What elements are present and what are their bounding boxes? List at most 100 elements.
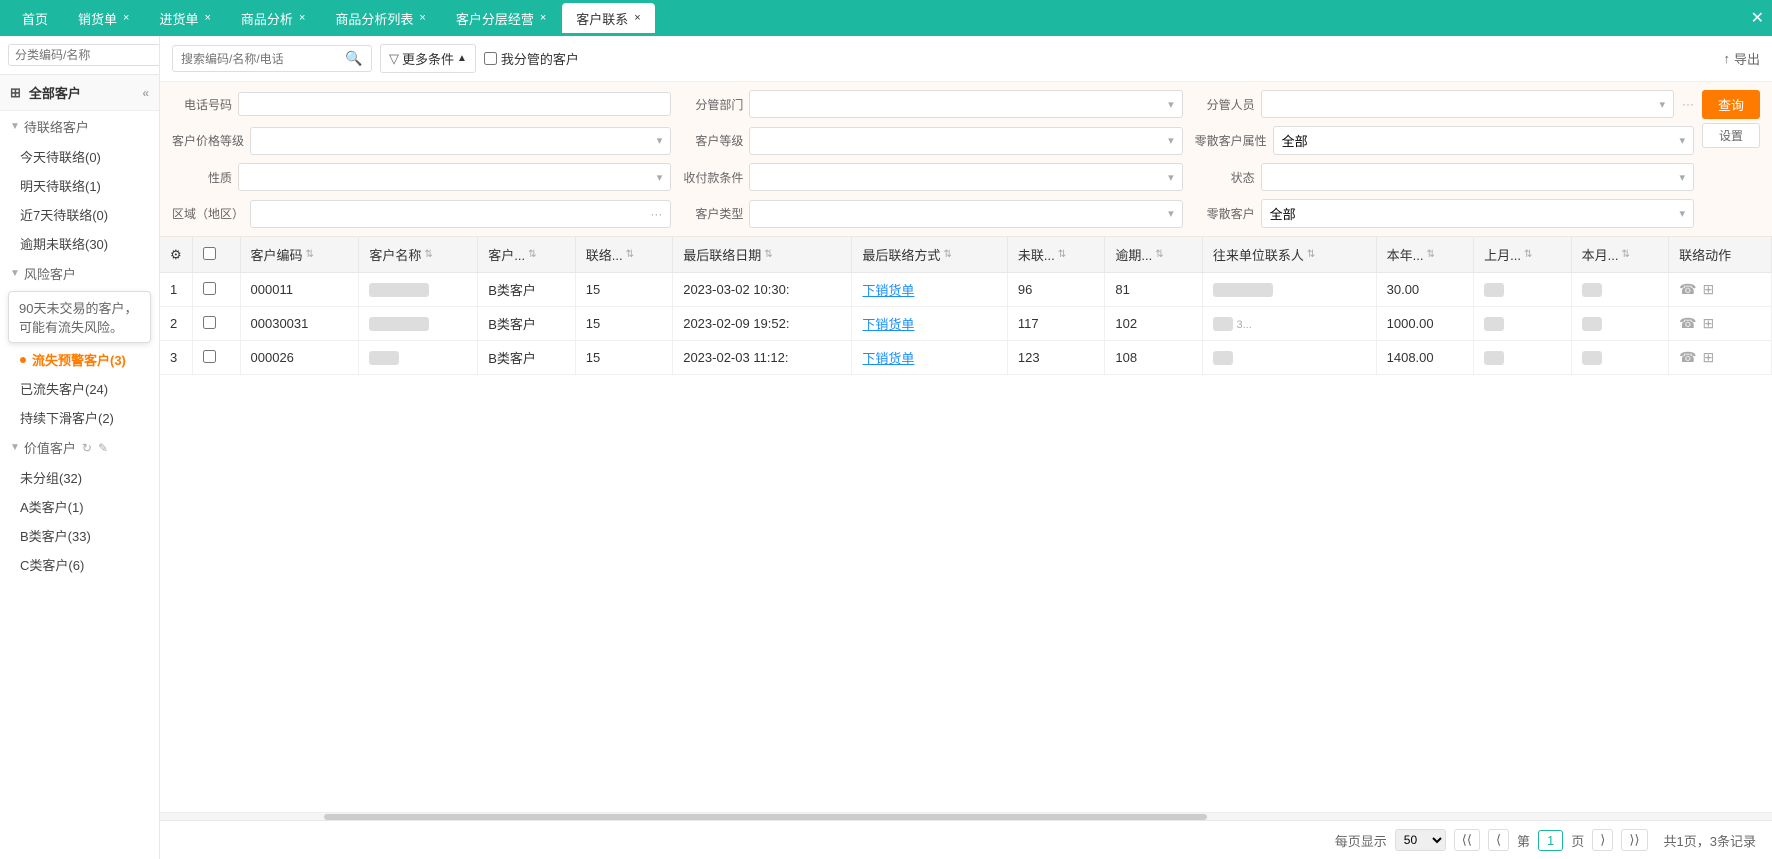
sidebar-item-ungrouped[interactable]: 未分组(32) bbox=[0, 463, 159, 492]
close-all-icon[interactable]: ✕ bbox=[1751, 8, 1764, 28]
table-row: 1 000011 B类客户 15 2023-03-02 10:30: 下销货单 … bbox=[160, 273, 1772, 307]
tab-sales[interactable]: 销货单 × bbox=[64, 3, 143, 33]
tab-customer-contact[interactable]: 客户联系 × bbox=[562, 3, 654, 33]
col-this-year[interactable]: 本年... ⇅ bbox=[1376, 237, 1473, 273]
scroll-thumb[interactable] bbox=[324, 814, 1206, 820]
my-customer-checkbox-label[interactable]: 我分管的客户 bbox=[484, 49, 579, 68]
page-num-label: 第 bbox=[1517, 831, 1530, 850]
row2-last-method[interactable]: 下销货单 bbox=[852, 307, 1007, 341]
page-size-select[interactable]: 50 100 200 bbox=[1395, 829, 1446, 851]
filter-select-status[interactable]: ▾ bbox=[1261, 163, 1694, 191]
settings-button[interactable]: 设置 bbox=[1702, 123, 1760, 148]
filter-field-price-grade: 客户价格等级 ▾ bbox=[172, 127, 671, 155]
close-customer-contact-tab[interactable]: × bbox=[634, 12, 640, 24]
my-customer-checkbox[interactable] bbox=[484, 52, 497, 65]
edit-icon[interactable]: ✎ bbox=[98, 441, 108, 455]
tab-home[interactable]: 首页 bbox=[8, 3, 62, 33]
sidebar-item-a-class[interactable]: A类客户(1) bbox=[0, 492, 159, 521]
arrow-icon-nature: ▾ bbox=[657, 171, 663, 184]
row1-checkbox-cell bbox=[192, 273, 240, 307]
customer-table: ⚙ 客户编码 ⇅ 客户名称 bbox=[160, 237, 1772, 375]
filter-select-payment[interactable]: ▾ bbox=[749, 163, 1182, 191]
sidebar-item-tomorrow[interactable]: 明天待联络(1) bbox=[0, 171, 159, 200]
row3-last-month bbox=[1474, 341, 1571, 375]
close-analysis-list-tab[interactable]: × bbox=[419, 12, 425, 24]
select-all-checkbox[interactable] bbox=[203, 247, 216, 260]
filter-more-region[interactable]: ··· bbox=[650, 207, 662, 221]
scroll-track[interactable] bbox=[160, 812, 1772, 820]
close-purchase-tab[interactable]: × bbox=[204, 12, 210, 24]
filter-input-phone[interactable] bbox=[238, 92, 671, 116]
tab-analysis[interactable]: 商品分析 × bbox=[227, 3, 319, 33]
close-sales-tab[interactable]: × bbox=[123, 12, 129, 24]
row2-more-action-icon[interactable]: ⊞ bbox=[1703, 315, 1715, 332]
row3-contact-action-icon[interactable]: ☎ bbox=[1679, 349, 1696, 366]
search-input[interactable] bbox=[181, 52, 341, 66]
sidebar-item-c-class[interactable]: C类客户(6) bbox=[0, 550, 159, 579]
row3-checkbox[interactable] bbox=[203, 350, 216, 363]
close-analysis-tab[interactable]: × bbox=[299, 12, 305, 24]
first-page-btn[interactable]: ⟨⟨ bbox=[1454, 829, 1480, 851]
arrow-icon-retail: ▾ bbox=[1679, 207, 1685, 220]
filter-select-retail-attr[interactable]: 全部 ▾ bbox=[1273, 126, 1694, 155]
row1-contact-action-icon[interactable]: ☎ bbox=[1679, 281, 1696, 298]
row2-checkbox-cell bbox=[192, 307, 240, 341]
row1-checkbox[interactable] bbox=[203, 282, 216, 295]
filter-label-status: 状态 bbox=[1195, 169, 1255, 186]
filter-select-price-grade[interactable]: ▾ bbox=[250, 127, 671, 155]
row1-last-date: 2023-03-02 10:30: bbox=[673, 273, 852, 307]
tab-customer-segment[interactable]: 客户分层经营 × bbox=[442, 3, 560, 33]
search-icon[interactable]: 🔍 bbox=[345, 50, 362, 67]
filter-select-retail[interactable]: 全部 ▾ bbox=[1261, 199, 1694, 228]
collapse-sidebar-btn[interactable]: « bbox=[142, 86, 149, 100]
prev-page-btn[interactable]: ⟨ bbox=[1488, 829, 1509, 851]
sidebar-search-input[interactable] bbox=[8, 44, 160, 66]
content-area: 🔍 ▽ 更多条件 ▲ 我分管的客户 ↑ 导出 bbox=[160, 36, 1772, 859]
row1-more-action-icon[interactable]: ⊞ bbox=[1703, 281, 1715, 298]
sidebar-item-churned[interactable]: 已流失客户(24) bbox=[0, 374, 159, 403]
row2-contact-action-icon[interactable]: ☎ bbox=[1679, 315, 1696, 332]
sidebar-item-overdue[interactable]: 逾期未联络(30) bbox=[0, 229, 159, 258]
col-last-month[interactable]: 上月... ⇅ bbox=[1474, 237, 1571, 273]
sidebar-group-risk[interactable]: ▼ 风险客户 bbox=[0, 258, 159, 289]
row1-last-method[interactable]: 下销货单 bbox=[852, 273, 1007, 307]
sidebar-item-churn-warning[interactable]: 流失预警客户(3) bbox=[0, 345, 159, 374]
filter-btn[interactable]: ▽ 更多条件 ▲ bbox=[380, 44, 476, 73]
col-code[interactable]: 客户编码 ⇅ bbox=[240, 237, 359, 273]
col-uncontacted[interactable]: 未联... ⇅ bbox=[1007, 237, 1104, 273]
sidebar-item-declining[interactable]: 持续下滑客户(2) bbox=[0, 403, 159, 432]
col-type[interactable]: 客户... ⇅ bbox=[478, 237, 575, 273]
filter-select-region[interactable]: ··· bbox=[250, 200, 671, 228]
row2-checkbox[interactable] bbox=[203, 316, 216, 329]
col-name[interactable]: 客户名称 ⇅ bbox=[359, 237, 478, 273]
sidebar-group-pending[interactable]: ▼ 待联络客户 bbox=[0, 111, 159, 142]
sidebar-item-7days[interactable]: 近7天待联络(0) bbox=[0, 200, 159, 229]
tab-purchase[interactable]: 进货单 × bbox=[145, 3, 224, 33]
filter-more-manager[interactable]: ··· bbox=[1682, 97, 1694, 111]
close-customer-segment-tab[interactable]: × bbox=[540, 12, 546, 24]
gear-icon[interactable]: ⚙ bbox=[170, 247, 182, 262]
filter-select-manager[interactable]: ▾ bbox=[1261, 90, 1674, 118]
query-button[interactable]: 查询 bbox=[1702, 90, 1760, 119]
last-page-btn[interactable]: ⟩⟩ bbox=[1621, 829, 1647, 851]
row3-more-action-icon[interactable]: ⊞ bbox=[1703, 349, 1715, 366]
row3-last-method[interactable]: 下销货单 bbox=[852, 341, 1007, 375]
next-page-btn[interactable]: ⟩ bbox=[1592, 829, 1613, 851]
filter-select-customer-grade[interactable]: ▾ bbox=[749, 127, 1182, 155]
filter-select-nature[interactable]: ▾ bbox=[238, 163, 671, 191]
filter-select-dept[interactable]: ▾ bbox=[749, 90, 1182, 118]
sidebar-item-b-class[interactable]: B类客户(33) bbox=[0, 521, 159, 550]
export-btn[interactable]: ↑ 导出 bbox=[1723, 49, 1760, 68]
col-this-month[interactable]: 本月... ⇅ bbox=[1571, 237, 1668, 273]
all-customers-item[interactable]: ⊞ 全部客户 « bbox=[0, 75, 159, 111]
filter-select-customer-type[interactable]: ▾ bbox=[749, 200, 1182, 228]
col-contact2[interactable]: 往来单位联系人 ⇅ bbox=[1202, 237, 1376, 273]
sidebar-item-today[interactable]: 今天待联络(0) bbox=[0, 142, 159, 171]
sidebar-group-value[interactable]: ▼ 价值客户 ↻ ✎ bbox=[0, 432, 159, 463]
col-overdue[interactable]: 逾期... ⇅ bbox=[1105, 237, 1202, 273]
col-last-method[interactable]: 最后联络方式 ⇅ bbox=[852, 237, 1007, 273]
refresh-icon[interactable]: ↻ bbox=[82, 441, 92, 455]
col-last-date[interactable]: 最后联络日期 ⇅ bbox=[673, 237, 852, 273]
col-contact[interactable]: 联络... ⇅ bbox=[575, 237, 672, 273]
tab-analysis-list[interactable]: 商品分析列表 × bbox=[321, 3, 439, 33]
